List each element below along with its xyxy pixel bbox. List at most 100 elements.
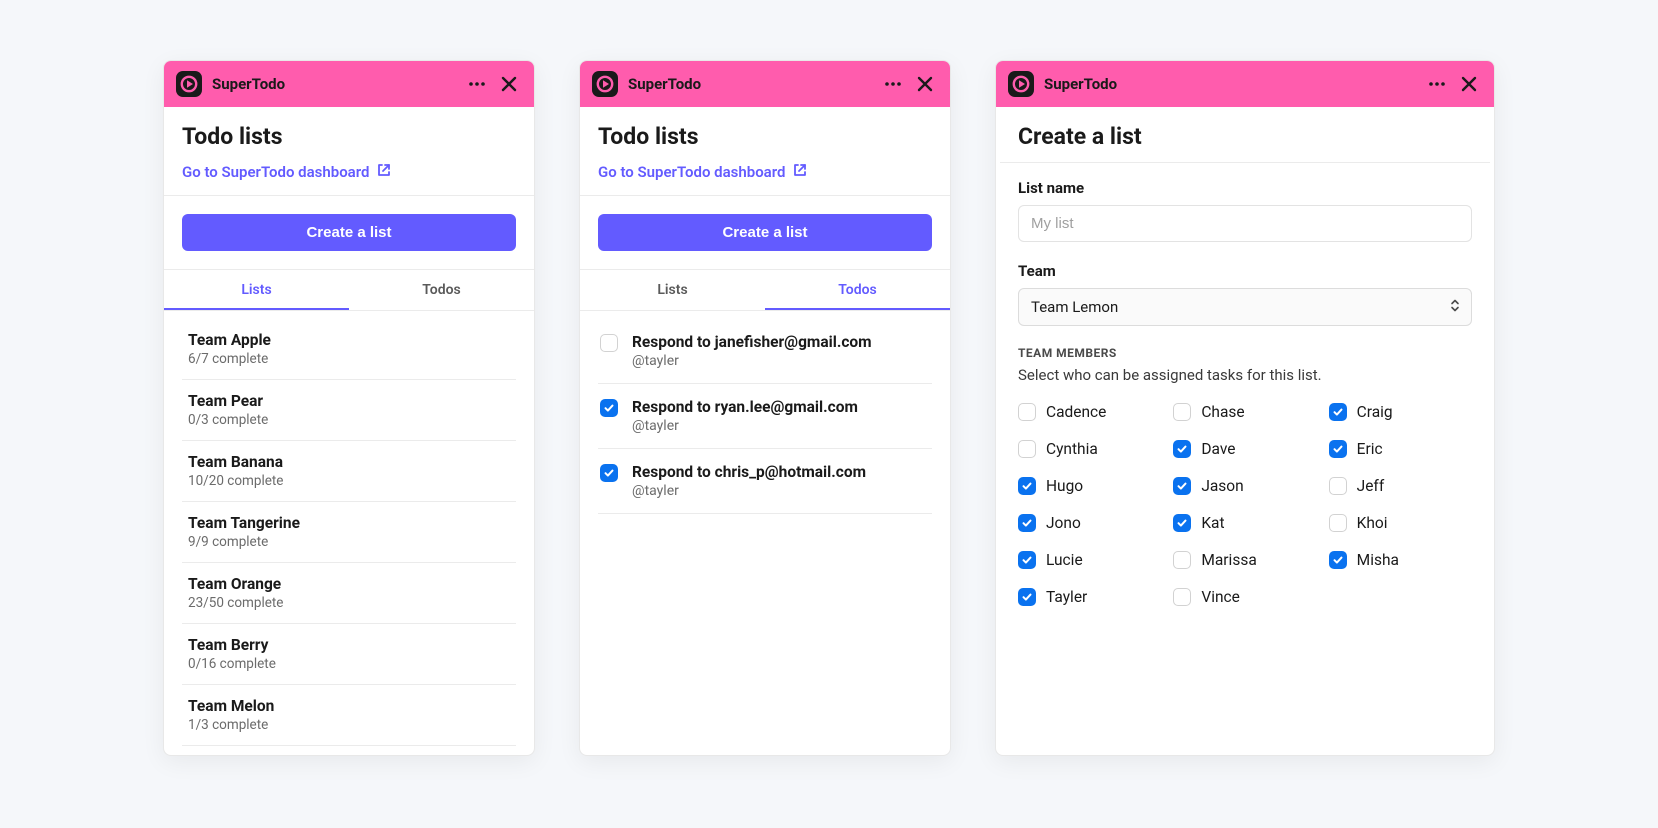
- page-title: Create a list: [1018, 123, 1472, 150]
- list-row[interactable]: Team Berry0/16 complete: [182, 624, 516, 685]
- list-name-input[interactable]: [1018, 205, 1472, 242]
- panel-body: Todo lists Go to SuperTodo dashboard Cre…: [164, 107, 534, 746]
- list-name: Team Pear: [188, 392, 510, 410]
- create-list-button[interactable]: Create a list: [598, 214, 932, 251]
- member-name: Marissa: [1201, 551, 1256, 569]
- more-icon[interactable]: [1426, 73, 1448, 95]
- dashboard-link[interactable]: Go to SuperTodo dashboard: [598, 163, 807, 181]
- todo-checkbox[interactable]: [600, 464, 618, 482]
- panel-body: Todo lists Go to SuperTodo dashboard Cre…: [580, 107, 950, 514]
- list-row[interactable]: Team Orange 23/50 complete: [182, 563, 516, 624]
- tab-lists[interactable]: Lists: [164, 270, 349, 310]
- member-option[interactable]: Misha: [1329, 550, 1472, 569]
- member-checkbox[interactable]: [1018, 477, 1036, 495]
- member-option[interactable]: Jono: [1018, 513, 1161, 532]
- member-checkbox[interactable]: [1173, 477, 1191, 495]
- panel-lists: SuperTodo Todo lists Go to SuperTodo das…: [163, 60, 535, 756]
- members-heading: TEAM MEMBERS: [1018, 346, 1472, 360]
- panel-body: Create a list List name Team Team Lemon …: [996, 107, 1494, 622]
- more-icon[interactable]: [882, 73, 904, 95]
- list-meta: 1/3 complete: [188, 717, 510, 733]
- tab-todos[interactable]: Todos: [349, 270, 534, 310]
- member-option[interactable]: Tayler: [1018, 587, 1161, 606]
- member-checkbox[interactable]: [1329, 477, 1347, 495]
- field-list-name: List name: [1018, 179, 1472, 242]
- member-option[interactable]: Craig: [1329, 402, 1472, 421]
- app-title: SuperTodo: [628, 75, 872, 93]
- member-option[interactable]: Cadence: [1018, 402, 1161, 421]
- member-option[interactable]: Khoi: [1329, 513, 1472, 532]
- todo-checkbox[interactable]: [600, 399, 618, 417]
- members-section: TEAM MEMBERS Select who can be assigned …: [1018, 346, 1472, 606]
- member-checkbox[interactable]: [1329, 551, 1347, 569]
- member-option[interactable]: Jeff: [1329, 476, 1472, 495]
- app-title: SuperTodo: [1044, 75, 1416, 93]
- list-meta: 23/50 complete: [188, 595, 510, 611]
- list-row[interactable]: Team Tangerine9/9 complete: [182, 502, 516, 563]
- list-name-label: List name: [1018, 179, 1472, 197]
- close-icon[interactable]: [498, 73, 520, 95]
- member-checkbox[interactable]: [1329, 403, 1347, 421]
- member-checkbox[interactable]: [1173, 403, 1191, 421]
- member-checkbox[interactable]: [1329, 514, 1347, 532]
- member-checkbox[interactable]: [1173, 514, 1191, 532]
- create-list-button[interactable]: Create a list: [182, 214, 516, 251]
- member-name: Chase: [1201, 403, 1244, 421]
- close-icon[interactable]: [914, 73, 936, 95]
- member-checkbox[interactable]: [1173, 551, 1191, 569]
- list-meta: 10/20 complete: [188, 473, 510, 489]
- list-row[interactable]: Team Apple 6/7 complete: [182, 315, 516, 380]
- member-name: Lucie: [1046, 551, 1083, 569]
- member-checkbox[interactable]: [1018, 588, 1036, 606]
- list-name: Team Berry: [188, 636, 510, 654]
- member-option[interactable]: Dave: [1173, 439, 1316, 458]
- panel-header: SuperTodo: [580, 61, 950, 107]
- member-checkbox[interactable]: [1018, 440, 1036, 458]
- team-select[interactable]: Team Lemon: [1018, 288, 1472, 326]
- list-row[interactable]: Team Banana10/20 complete: [182, 441, 516, 502]
- tab-lists[interactable]: Lists: [580, 270, 765, 310]
- member-option[interactable]: Kat: [1173, 513, 1316, 532]
- more-icon[interactable]: [466, 73, 488, 95]
- member-option[interactable]: Lucie: [1018, 550, 1161, 569]
- member-checkbox[interactable]: [1018, 551, 1036, 569]
- member-name: Misha: [1357, 551, 1399, 569]
- tab-todos[interactable]: Todos: [765, 270, 950, 310]
- todo-title: Respond to janefisher@gmail.com: [632, 333, 872, 351]
- member-option[interactable]: Vince: [1173, 587, 1316, 606]
- app-title: SuperTodo: [212, 75, 456, 93]
- member-option[interactable]: Marissa: [1173, 550, 1316, 569]
- member-option[interactable]: Jason: [1173, 476, 1316, 495]
- list-rows: Team Apple 6/7 complete Team Pear0/3 compl…: [182, 315, 516, 746]
- member-checkbox[interactable]: [1173, 440, 1191, 458]
- members-help: Select who can be assigned tasks for thi…: [1018, 366, 1472, 384]
- member-checkbox[interactable]: [1329, 440, 1347, 458]
- member-checkbox[interactable]: [1018, 403, 1036, 421]
- external-icon: [377, 163, 391, 181]
- list-meta: 6/7 complete: [188, 351, 510, 367]
- team-label: Team: [1018, 262, 1472, 280]
- member-checkbox[interactable]: [1018, 514, 1036, 532]
- close-icon[interactable]: [1458, 73, 1480, 95]
- list-row[interactable]: Team Pear0/3 complete: [182, 380, 516, 441]
- list-row[interactable]: Team Melon1/3 complete: [182, 685, 516, 746]
- todo-rows: Respond to janefisher@gmail.com @taylerRe…: [598, 315, 932, 514]
- dashboard-link[interactable]: Go to SuperTodo dashboard: [182, 163, 391, 181]
- member-name: Kat: [1201, 514, 1224, 532]
- member-option[interactable]: Chase: [1173, 402, 1316, 421]
- todo-assignee: @tayler: [632, 483, 866, 499]
- todo-checkbox[interactable]: [600, 334, 618, 352]
- list-name: Team Orange: [188, 575, 510, 593]
- member-name: Cynthia: [1046, 440, 1098, 458]
- member-option[interactable]: Hugo: [1018, 476, 1161, 495]
- list-name: Team Apple: [188, 331, 510, 349]
- member-option[interactable]: Cynthia: [1018, 439, 1161, 458]
- panel-create: SuperTodo Create a list List name Team T…: [995, 60, 1495, 756]
- member-checkbox[interactable]: [1173, 588, 1191, 606]
- tabs: Lists Todos: [580, 270, 950, 311]
- member-option[interactable]: Eric: [1329, 439, 1472, 458]
- todo-row: Respond to chris_p@hotmail.com@tayler: [598, 449, 932, 514]
- member-name: Vince: [1201, 588, 1240, 606]
- app-logo-icon: [1008, 71, 1034, 97]
- form: List name Team Team Lemon TEAM MEMBERS S…: [1018, 163, 1472, 622]
